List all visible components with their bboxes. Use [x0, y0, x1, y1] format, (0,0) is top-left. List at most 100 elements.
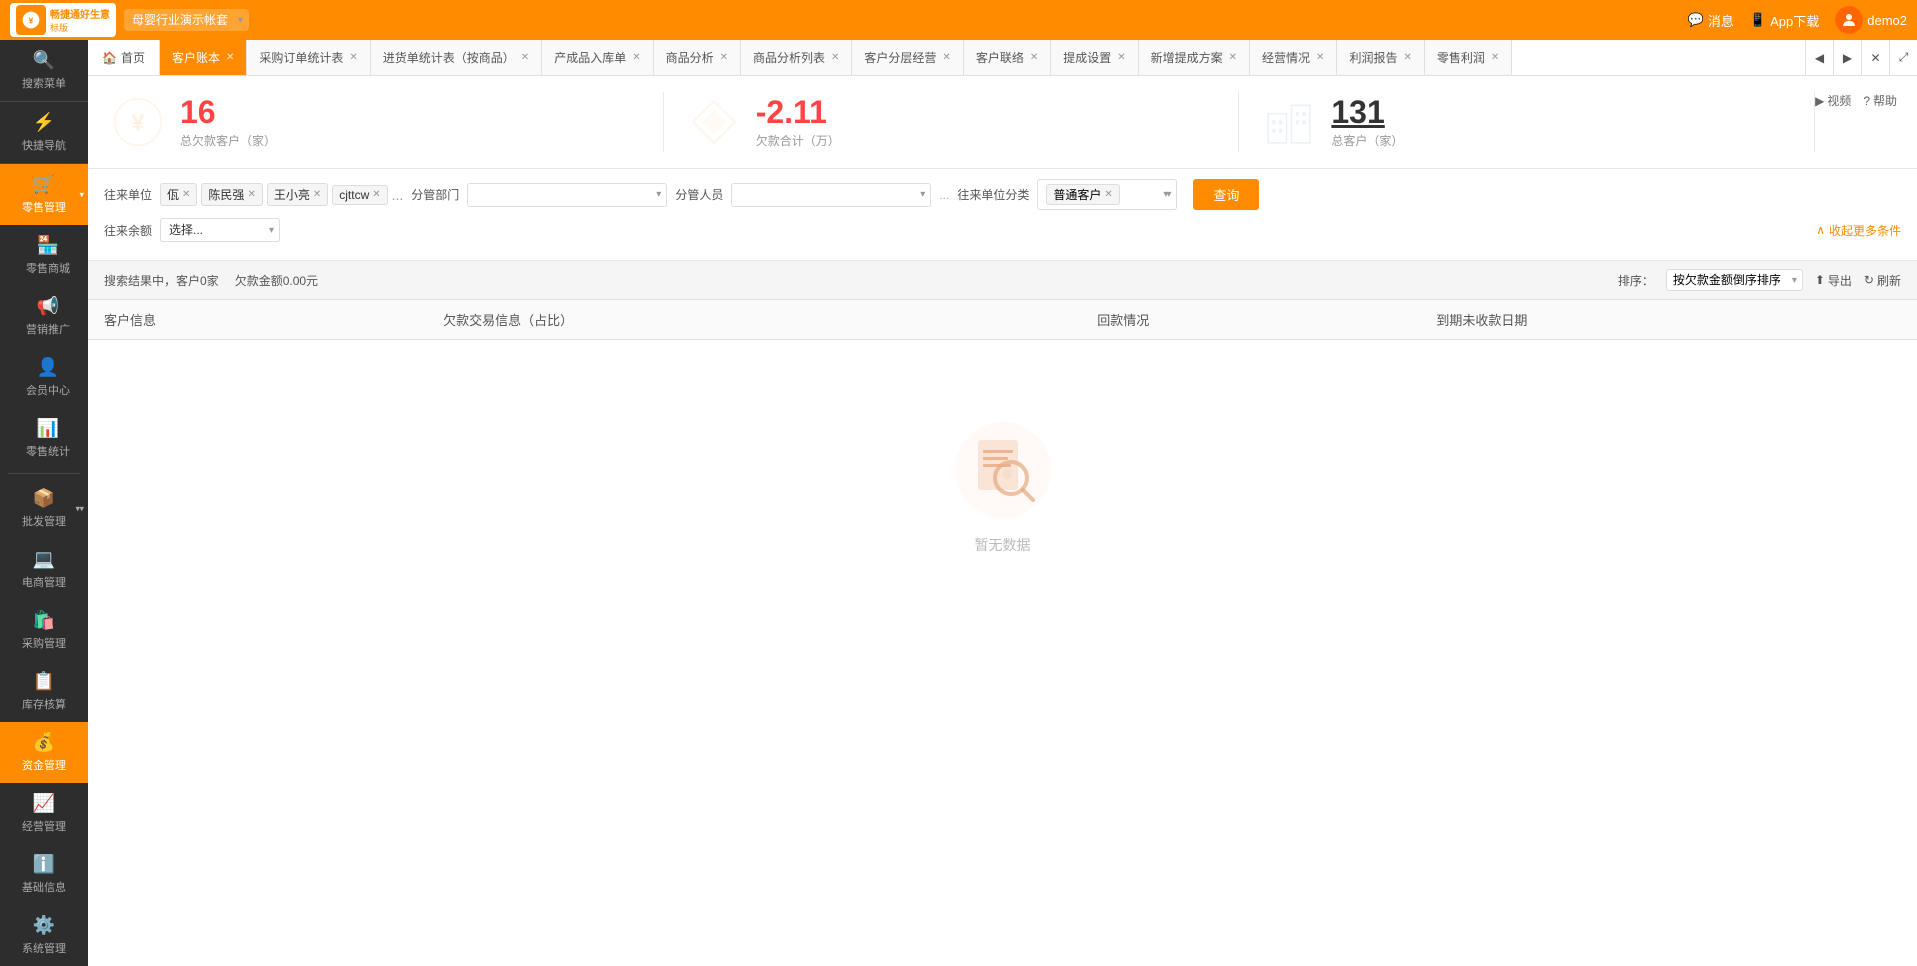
filter-tag-0[interactable]: 佤 ✕: [160, 183, 197, 206]
building-svg: [1264, 97, 1314, 147]
tab-close-1[interactable]: ✕: [349, 52, 357, 63]
collapse-btn[interactable]: ∧ 收起更多条件: [1816, 222, 1901, 239]
inventory-icon: 📋: [33, 671, 55, 692]
tab-close-5[interactable]: ✕: [831, 52, 839, 63]
quick-nav-icon: ⚡: [33, 112, 55, 133]
nav-tab-5[interactable]: 商品分析列表 ✕: [741, 40, 852, 75]
person-select[interactable]: [731, 183, 931, 207]
sidebar-item-retail-mall[interactable]: 🏪 零售商城: [0, 225, 88, 286]
top-bar: ¥ 畅捷通好生意 标版 母婴行业演示帐套 💬 消息 📱 App下载: [0, 0, 1917, 40]
stat-item-customers: ¥ 16 总欠款客户（家）: [108, 92, 664, 152]
marketing-icon: 📢: [37, 296, 59, 317]
avatar: [1835, 6, 1863, 34]
download-icon: 📱: [1750, 12, 1766, 28]
tab-label-2: 进货单统计表（按商品）: [383, 49, 515, 66]
filter-tags-more-btn[interactable]: ...: [392, 187, 404, 203]
sidebar-item-marketing[interactable]: 📢 营销推广: [0, 286, 88, 347]
org-selector[interactable]: 母婴行业演示帐套: [124, 9, 249, 31]
org-selector-wrapper: 母婴行业演示帐套: [124, 9, 249, 31]
nav-tab-4[interactable]: 商品分析 ✕: [654, 40, 741, 75]
diamond-svg: [689, 97, 739, 147]
sidebar-item-wholesale[interactable]: 📦 批发管理 ▾: [0, 478, 88, 539]
sidebar-item-search[interactable]: 🔍 搜索菜单: [0, 40, 88, 102]
data-table: 客户信息 欠款交易信息（占比） 回款情况 到期未收款日期: [88, 300, 1917, 340]
result-bar: 搜索结果中，客户0家 欠款金额0.00元 排序： 按欠款金额倒序排序 ⬆ 导出: [88, 261, 1917, 300]
filter-tag-close-2[interactable]: ✕: [313, 189, 321, 200]
tab-close-11[interactable]: ✕: [1403, 52, 1411, 63]
message-btn[interactable]: 💬 消息: [1688, 11, 1734, 30]
nav-home[interactable]: 🏠 首页: [88, 40, 160, 75]
balance-select[interactable]: 选择...: [160, 218, 280, 242]
help-link[interactable]: ? 帮助: [1863, 92, 1897, 109]
person-more-btn[interactable]: ...: [939, 188, 949, 202]
tab-label-11: 利润报告: [1349, 49, 1397, 66]
stat-content-debt: -2.11 欠款合计（万）: [756, 96, 1219, 149]
tab-close-10[interactable]: ✕: [1316, 52, 1324, 63]
nav-tab-0[interactable]: 客户账本 ✕: [160, 40, 247, 75]
tab-label-12: 零售利润: [1437, 49, 1485, 66]
refresh-btn[interactable]: ↻ 刷新: [1864, 272, 1901, 289]
yuan-svg: ¥: [113, 97, 163, 147]
nav-tab-7[interactable]: 客户联络 ✕: [964, 40, 1051, 75]
unit-label: 往来单位: [104, 186, 152, 203]
sidebar-item-basic-info[interactable]: ℹ️ 基础信息: [0, 844, 88, 905]
nav-prev-btn[interactable]: ◀: [1805, 40, 1833, 76]
sidebar-item-ecommerce[interactable]: 💻 电商管理: [0, 539, 88, 600]
tab-close-4[interactable]: ✕: [720, 52, 728, 63]
nav-tab-10[interactable]: 经营情况 ✕: [1250, 40, 1337, 75]
stat-label-customers: 总欠款客户（家）: [180, 132, 643, 149]
sidebar-item-inventory[interactable]: 📋 库存核算: [0, 661, 88, 722]
filter-tag-close-3[interactable]: ✕: [372, 189, 380, 200]
nav-tab-8[interactable]: 提成设置 ✕: [1051, 40, 1138, 75]
nav-tab-6[interactable]: 客户分层经营 ✕: [852, 40, 963, 75]
tab-close-8[interactable]: ✕: [1117, 52, 1125, 63]
nav-tab-3[interactable]: 产成品入库单 ✕: [542, 40, 653, 75]
nav-tab-9[interactable]: 新增提成方案 ✕: [1139, 40, 1250, 75]
sidebar-item-member[interactable]: 👤 会员中心: [0, 347, 88, 408]
sidebar-item-system[interactable]: ⚙️ 系统管理: [0, 905, 88, 966]
filter-tag-close-1[interactable]: ✕: [247, 189, 255, 200]
sort-select[interactable]: 按欠款金额倒序排序: [1666, 269, 1803, 291]
filter-tag-3[interactable]: cjttcw ✕: [332, 185, 387, 205]
tab-close-2[interactable]: ✕: [521, 52, 529, 63]
filter-tag-1[interactable]: 陈民强 ✕: [201, 183, 262, 206]
nav-tab-2[interactable]: 进货单统计表（按商品） ✕: [371, 40, 542, 75]
user-menu[interactable]: demo2: [1835, 6, 1907, 34]
sort-label: 排序：: [1618, 272, 1654, 289]
tab-close-3[interactable]: ✕: [632, 52, 640, 63]
stat-icon-yuan: ¥: [108, 92, 168, 152]
dept-select[interactable]: [467, 183, 667, 207]
filter-tag-2[interactable]: 王小亮 ✕: [267, 183, 328, 206]
tab-close-9[interactable]: ✕: [1229, 52, 1237, 63]
tab-close-0[interactable]: ✕: [226, 52, 234, 63]
nav-tab-1[interactable]: 采购订单统计表 ✕: [247, 40, 370, 75]
content-area: 🏠 首页 客户账本 ✕ 采购订单统计表 ✕ 进货单统计表（按商品） ✕ 产成品入…: [88, 40, 1917, 966]
person-select-wrapper: [731, 183, 931, 207]
nav-next-btn[interactable]: ▶: [1833, 40, 1861, 76]
nav-tab-11[interactable]: 利润报告 ✕: [1337, 40, 1424, 75]
tab-close-6[interactable]: ✕: [942, 52, 950, 63]
tab-label-9: 新增提成方案: [1151, 49, 1223, 66]
sidebar-item-finance[interactable]: 💰 资金管理: [0, 722, 88, 783]
unit-class-selector[interactable]: 普通客户 ✕ ▾: [1037, 179, 1177, 210]
video-link[interactable]: ▶ 视频: [1815, 92, 1851, 109]
nav-expand-btn[interactable]: ⤢: [1889, 40, 1917, 76]
empty-icon: [953, 420, 1053, 523]
stat-actions: ▶ 视频 ? 帮助: [1815, 92, 1897, 152]
help-icon: ?: [1863, 94, 1870, 108]
sidebar-item-purchase[interactable]: 🛍️ 采购管理: [0, 600, 88, 661]
export-btn[interactable]: ⬆ 导出: [1815, 272, 1852, 289]
sidebar-item-quick-nav[interactable]: ⚡ 快捷导航: [0, 102, 88, 164]
unit-class-close[interactable]: ✕: [1104, 189, 1112, 200]
tab-close-12[interactable]: ✕: [1491, 52, 1499, 63]
operations-icon: 📈: [33, 793, 55, 814]
tab-close-7[interactable]: ✕: [1030, 52, 1038, 63]
sidebar-item-retail-stats[interactable]: 📊 零售统计: [0, 408, 88, 469]
app-download-btn[interactable]: 📱 App下载: [1750, 11, 1819, 30]
nav-tab-12[interactable]: 零售利润 ✕: [1425, 40, 1512, 75]
filter-tag-close-0[interactable]: ✕: [182, 189, 190, 200]
sidebar-item-operations[interactable]: 📈 经营管理: [0, 783, 88, 844]
nav-close-all-btn[interactable]: ✕: [1861, 40, 1889, 76]
sidebar-item-retail[interactable]: 🛒 零售管理 ▾: [0, 164, 88, 225]
query-btn[interactable]: 查询: [1193, 179, 1259, 210]
